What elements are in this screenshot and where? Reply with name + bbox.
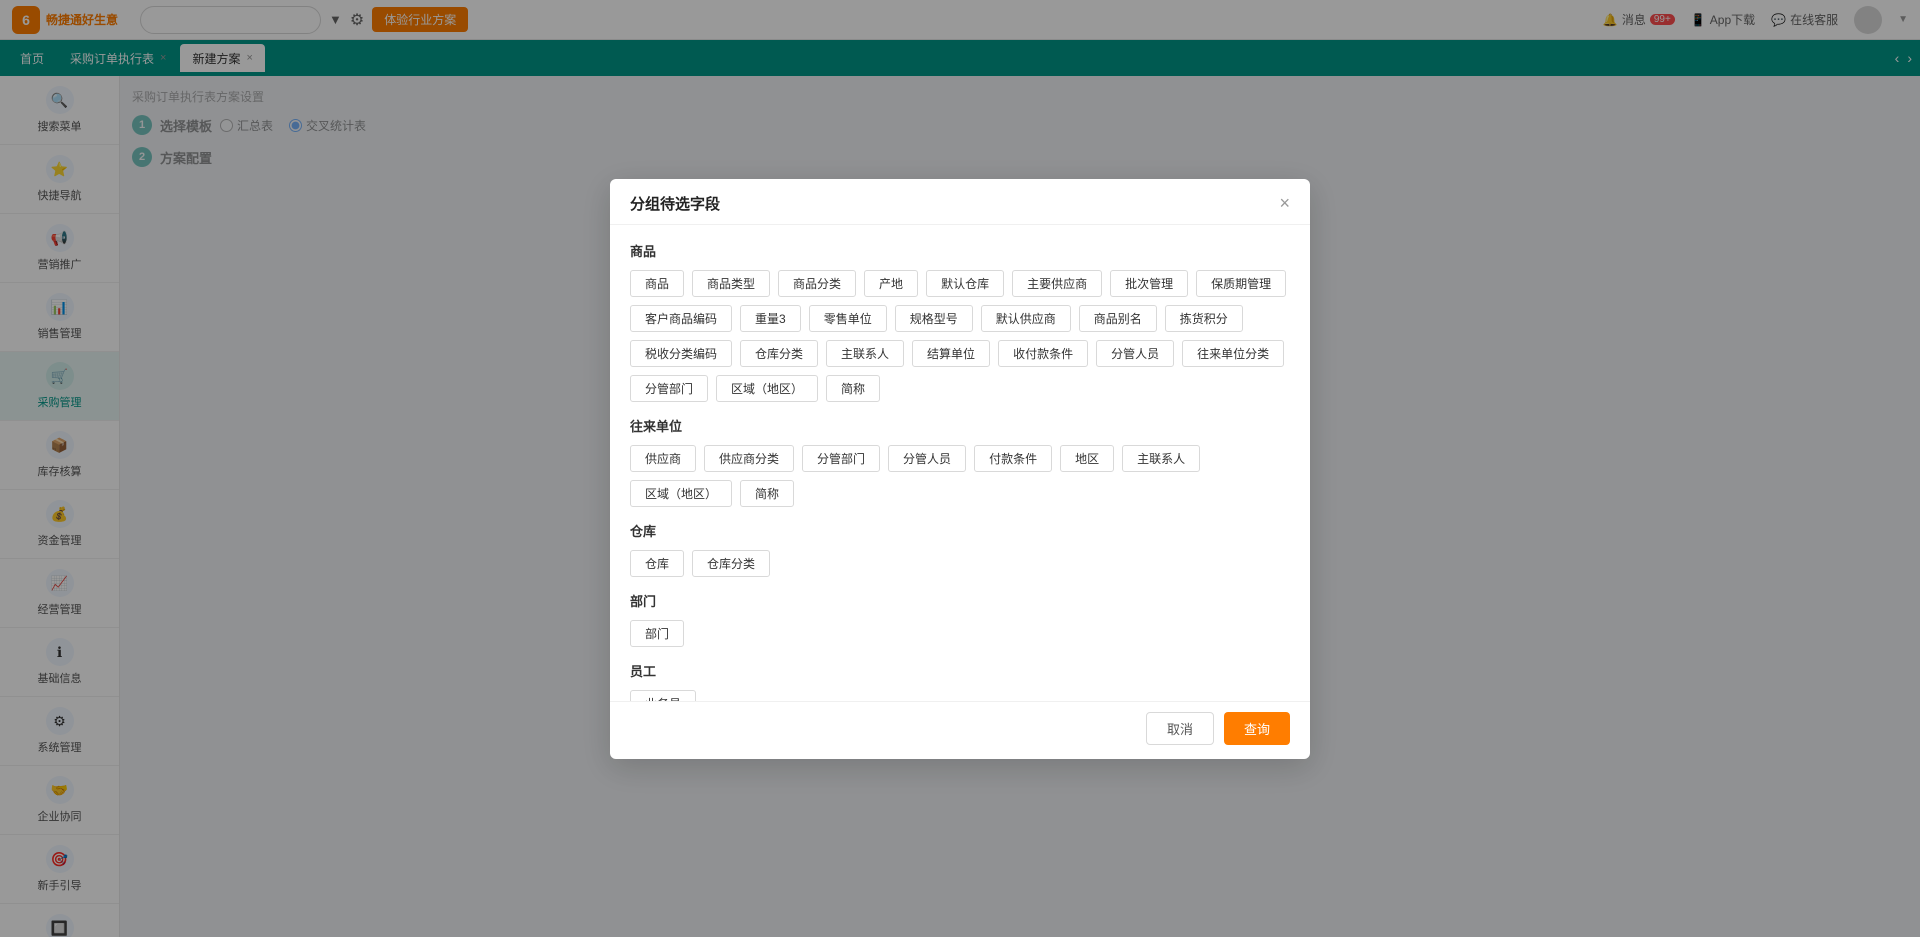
field-tag-origin[interactable]: 产地 xyxy=(864,270,918,297)
field-tag-shelf-life[interactable]: 保质期管理 xyxy=(1196,270,1286,297)
field-tag-manager[interactable]: 分管人员 xyxy=(1096,340,1174,367)
field-selection-modal: 分组待选字段 × 商品 商品 商品类型 商品分类 产地 默认仓库 主要供应商 批… xyxy=(610,179,1310,759)
modal-header: 分组待选字段 × xyxy=(610,179,1310,225)
field-tag-tax-code[interactable]: 税收分类编码 xyxy=(630,340,732,367)
modal-close-button[interactable]: × xyxy=(1279,194,1290,212)
field-tag-default-warehouse[interactable]: 默认仓库 xyxy=(926,270,1004,297)
modal-footer: 取消 查询 xyxy=(610,701,1310,759)
field-tag-goods-type[interactable]: 商品类型 xyxy=(692,270,770,297)
modal-title: 分组待选字段 xyxy=(630,193,720,214)
field-tag-payment-conditions[interactable]: 付款条件 xyxy=(974,445,1052,472)
fields-grid-department: 部门 xyxy=(630,620,1290,647)
field-tag-partner-category[interactable]: 往来单位分类 xyxy=(1182,340,1284,367)
modal-overlay: 分组待选字段 × 商品 商品 商品类型 商品分类 产地 默认仓库 主要供应商 批… xyxy=(0,0,1920,937)
section-title-employee: 员工 xyxy=(630,661,1290,680)
field-tag-retail-unit[interactable]: 零售单位 xyxy=(809,305,887,332)
field-tag-batch[interactable]: 批次管理 xyxy=(1110,270,1188,297)
field-tag-warehouse[interactable]: 仓库 xyxy=(630,550,684,577)
fields-grid-goods: 商品 商品类型 商品分类 产地 默认仓库 主要供应商 批次管理 保质期管理 客户… xyxy=(630,270,1290,402)
field-tag-main-contact[interactable]: 主联系人 xyxy=(826,340,904,367)
field-tag-supplier[interactable]: 供应商 xyxy=(630,445,696,472)
section-title-warehouse: 仓库 xyxy=(630,521,1290,540)
field-tag-goods[interactable]: 商品 xyxy=(630,270,684,297)
fields-grid-employee: 业务员 xyxy=(630,690,1290,701)
field-tag-warehouse-cat[interactable]: 仓库分类 xyxy=(692,550,770,577)
modal-cancel-button[interactable]: 取消 xyxy=(1146,712,1214,745)
field-tag-region[interactable]: 区域（地区） xyxy=(716,375,818,402)
modal-confirm-button[interactable]: 查询 xyxy=(1224,712,1290,745)
field-tag-supplier-category[interactable]: 供应商分类 xyxy=(704,445,794,472)
field-tag-manager2[interactable]: 分管人员 xyxy=(888,445,966,472)
modal-body: 商品 商品 商品类型 商品分类 产地 默认仓库 主要供应商 批次管理 保质期管理… xyxy=(610,225,1310,701)
field-tag-pick-points[interactable]: 拣货积分 xyxy=(1165,305,1243,332)
field-tag-salesperson[interactable]: 业务员 xyxy=(630,690,696,701)
field-tag-short-name[interactable]: 简称 xyxy=(826,375,880,402)
section-title-partner: 往来单位 xyxy=(630,416,1290,435)
field-tag-warehouse-category[interactable]: 仓库分类 xyxy=(740,340,818,367)
field-tag-settlement-unit[interactable]: 结算单位 xyxy=(912,340,990,367)
field-tag-goods-alias[interactable]: 商品别名 xyxy=(1079,305,1157,332)
field-tag-weight[interactable]: 重量3 xyxy=(740,305,801,332)
field-tag-default-supplier[interactable]: 默认供应商 xyxy=(981,305,1071,332)
field-tag-dept2[interactable]: 分管部门 xyxy=(802,445,880,472)
field-tag-short-name2[interactable]: 简称 xyxy=(740,480,794,507)
field-tag-spec[interactable]: 规格型号 xyxy=(895,305,973,332)
fields-grid-partner: 供应商 供应商分类 分管部门 分管人员 付款条件 地区 主联系人 区域（地区） … xyxy=(630,445,1290,507)
section-title-goods: 商品 xyxy=(630,241,1290,260)
field-tag-goods-category[interactable]: 商品分类 xyxy=(778,270,856,297)
field-tag-main-contact2[interactable]: 主联系人 xyxy=(1122,445,1200,472)
field-tag-customer-code[interactable]: 客户商品编码 xyxy=(630,305,732,332)
field-tag-main-supplier[interactable]: 主要供应商 xyxy=(1012,270,1102,297)
field-tag-department[interactable]: 部门 xyxy=(630,620,684,647)
field-tag-region2[interactable]: 区域（地区） xyxy=(630,480,732,507)
field-tag-dept[interactable]: 分管部门 xyxy=(630,375,708,402)
fields-grid-warehouse: 仓库 仓库分类 xyxy=(630,550,1290,577)
section-title-department: 部门 xyxy=(630,591,1290,610)
field-tag-area[interactable]: 地区 xyxy=(1060,445,1114,472)
field-tag-payment-terms[interactable]: 收付款条件 xyxy=(998,340,1088,367)
